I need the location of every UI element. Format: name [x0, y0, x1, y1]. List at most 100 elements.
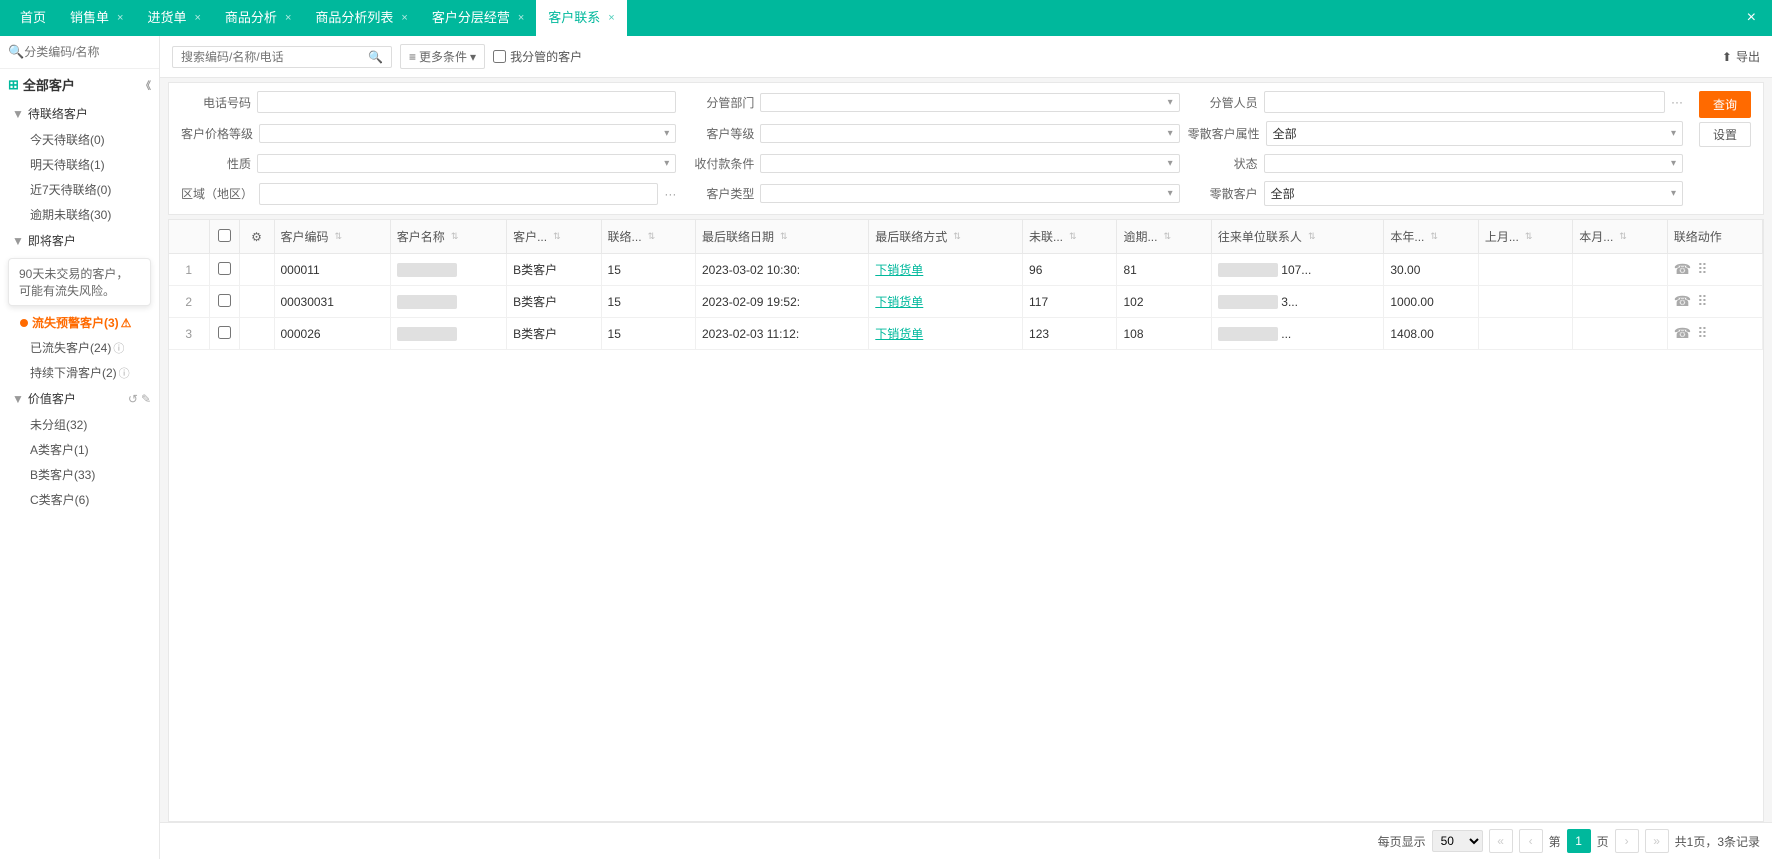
select-all-checkbox[interactable]: [218, 229, 231, 242]
filter-select-payment[interactable]: ▾: [760, 154, 1179, 173]
filter-input-phone[interactable]: [257, 91, 676, 113]
more-conditions-btn[interactable]: ≡ 更多条件 ▾: [400, 44, 485, 69]
th-settings[interactable]: ⚙: [239, 220, 274, 254]
row2-checkbox-input[interactable]: [218, 294, 231, 307]
th-this-year-sort[interactable]: ⇅: [1430, 231, 1438, 242]
nav-product-analysis-list-label: 商品分析列表: [315, 0, 393, 36]
row2-contact-icon[interactable]: ☎: [1674, 293, 1691, 310]
last-page-btn[interactable]: »: [1645, 829, 1669, 853]
th-contact-person-sort[interactable]: ⇅: [1308, 231, 1316, 242]
row1-last-contact-method-link[interactable]: 下销货单: [875, 263, 923, 277]
all-customers-header[interactable]: ⊞ 全部客户 《: [0, 69, 159, 100]
nav-purchase-close[interactable]: ×: [194, 0, 200, 36]
th-customer-code-sort[interactable]: ⇅: [335, 231, 343, 242]
nav-customer-link[interactable]: 客户联系 ×: [536, 0, 626, 36]
search-button-icon[interactable]: 🔍: [368, 50, 383, 64]
th-contact-sort[interactable]: ⇅: [648, 231, 656, 242]
export-btn[interactable]: ⬆ 导出: [1722, 48, 1760, 65]
row3-contact-person: ...: [1211, 318, 1383, 350]
my-customers-checkbox-label[interactable]: 我分管的客户: [493, 48, 582, 65]
retail-attr-arrow: ▾: [1671, 128, 1676, 139]
th-customer-name-sort[interactable]: ⇅: [451, 231, 459, 242]
th-uncontacted-sort[interactable]: ⇅: [1069, 231, 1077, 242]
sidebar-group-pending[interactable]: ▼ 待联络客户: [0, 100, 159, 127]
customer-level-arrow: ▾: [1168, 128, 1173, 139]
th-last-contact-method-sort[interactable]: ⇅: [953, 231, 961, 242]
sidebar-item-unclassified[interactable]: 未分组(32): [0, 412, 159, 437]
th-this-year: 本年... ⇅: [1384, 220, 1478, 254]
sidebar-item-overdue[interactable]: 逾期未联络(30): [0, 202, 159, 227]
filter-select-retail-customer[interactable]: 全部 ▾: [1264, 181, 1683, 206]
row3-contact: 15: [601, 318, 695, 350]
sidebar-item-churn-warning[interactable]: 流失预警客户(3) ⚠: [0, 310, 159, 335]
sidebar-item-class-b[interactable]: B类客户(33): [0, 462, 159, 487]
th-last-contact-method-label: 最后联络方式: [875, 228, 947, 245]
sidebar-item-class-c[interactable]: C类客户(6): [0, 487, 159, 512]
close-all-button[interactable]: ×: [1739, 9, 1764, 27]
th-this-month-sort[interactable]: ⇅: [1619, 231, 1627, 242]
filter-select-status[interactable]: ▾: [1264, 154, 1683, 173]
row3-contact-icon[interactable]: ☎: [1674, 325, 1691, 342]
sidebar-item-tomorrow[interactable]: 明天待联络(1): [0, 152, 159, 177]
nav-sales[interactable]: 销售单 ×: [58, 0, 135, 36]
first-page-btn[interactable]: «: [1489, 829, 1513, 853]
group-atrisk-label: 即将客户: [28, 232, 76, 249]
filter-input-person[interactable]: [1264, 91, 1665, 113]
filter-select-customer-type[interactable]: ▾: [760, 184, 1179, 203]
sidebar-group-value[interactable]: ▼ 价值客户 ↺ ✎: [0, 385, 159, 412]
refresh-icon[interactable]: ↺: [128, 392, 138, 406]
sidebar-item-week[interactable]: 近7天待联络(0): [0, 177, 159, 202]
row2-last-contact-method-link[interactable]: 下销货单: [875, 295, 923, 309]
nav-product-analysis-close[interactable]: ×: [285, 0, 291, 36]
my-customers-checkbox[interactable]: [493, 50, 506, 63]
filter-input-region[interactable]: [259, 183, 658, 205]
row1-more-icon[interactable]: ⠿: [1697, 261, 1707, 278]
nav-product-analysis-list-close[interactable]: ×: [401, 0, 407, 36]
price-level-arrow: ▾: [664, 128, 669, 139]
nav-customer-link-close[interactable]: ×: [608, 0, 614, 36]
filter-row-3: 性质 ▾ 收付款条件 ▾: [181, 154, 1683, 173]
nav-home[interactable]: 首页: [8, 0, 58, 36]
th-customer-type-sort[interactable]: ⇅: [553, 231, 561, 242]
filter-field-retail-customer: 零散客户 全部 ▾: [1188, 181, 1683, 206]
nav-sales-close[interactable]: ×: [117, 0, 123, 36]
sidebar-item-class-a[interactable]: A类客户(1): [0, 437, 159, 462]
filter-select-customer-level[interactable]: ▾: [760, 124, 1179, 143]
filter-more-person[interactable]: ···: [1671, 95, 1683, 109]
row3-last-contact-method-link[interactable]: 下销货单: [875, 327, 923, 341]
row2-more-icon[interactable]: ⠿: [1697, 293, 1707, 310]
row1-checkbox-input[interactable]: [218, 262, 231, 275]
edit-icon[interactable]: ✎: [141, 392, 151, 406]
row3-checkbox-input[interactable]: [218, 326, 231, 339]
th-last-month-sort[interactable]: ⇅: [1525, 231, 1533, 242]
sidebar-item-already-churn[interactable]: 已流失客户(24) ⓘ: [0, 335, 159, 360]
filter-select-nature[interactable]: ▾: [257, 154, 676, 173]
row3-more-icon[interactable]: ⠿: [1697, 325, 1707, 342]
nav-customer-segment[interactable]: 客户分层经营 ×: [420, 0, 536, 36]
sidebar-group-atrisk[interactable]: ▼ 即将客户: [0, 227, 159, 254]
per-page-select[interactable]: 50 100: [1432, 830, 1483, 852]
th-overdue-sort[interactable]: ⇅: [1163, 231, 1171, 242]
filter-select-retail-customer-value: 全部: [1271, 185, 1295, 202]
filter-select-retail-attr[interactable]: 全部 ▾: [1266, 121, 1683, 146]
row1-contact-icon[interactable]: ☎: [1674, 261, 1691, 278]
group-atrisk-arrow: ▼: [12, 234, 24, 248]
th-last-contact-date-sort[interactable]: ⇅: [780, 231, 788, 242]
sidebar-item-today[interactable]: 今天待联络(0): [0, 127, 159, 152]
settings-button[interactable]: 设置: [1699, 122, 1751, 147]
prev-page-btn[interactable]: ‹: [1519, 829, 1543, 853]
next-page-btn[interactable]: ›: [1615, 829, 1639, 853]
sidebar-item-declining[interactable]: 持续下滑客户(2) ⓘ: [0, 360, 159, 385]
nav-product-analysis-list[interactable]: 商品分析列表 ×: [303, 0, 419, 36]
nav-customer-segment-close[interactable]: ×: [518, 0, 524, 36]
filter-select-dept[interactable]: ▾: [760, 93, 1179, 112]
per-page-label: 每页显示: [1378, 833, 1426, 850]
sidebar-search-input[interactable]: [24, 45, 160, 59]
filter-select-price-level[interactable]: ▾: [259, 124, 676, 143]
th-this-year-label: 本年...: [1390, 228, 1424, 245]
nav-purchase[interactable]: 进货单 ×: [135, 0, 212, 36]
nav-product-analysis[interactable]: 商品分析 ×: [213, 0, 303, 36]
filter-more-region[interactable]: ···: [664, 187, 676, 201]
search-input[interactable]: [181, 50, 368, 64]
query-button[interactable]: 查询: [1699, 91, 1751, 118]
